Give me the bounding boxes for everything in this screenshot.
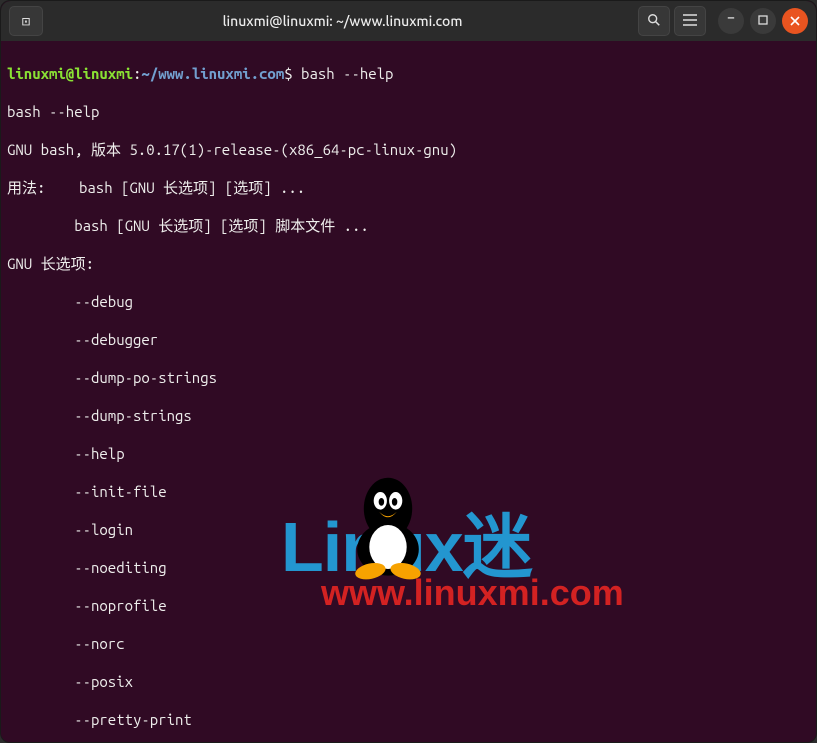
search-button[interactable] xyxy=(638,6,670,36)
terminal-output: --posix xyxy=(7,672,810,691)
terminal-output: 用法: bash [GNU 长选项] [选项] ... xyxy=(7,178,810,197)
terminal-output: --noediting xyxy=(7,558,810,577)
titlebar: ⊡ linuxmi@linuxmi: ~/www.linuxmi.com – xyxy=(1,1,816,41)
terminal-output: --dump-po-strings xyxy=(7,368,810,387)
new-tab-button[interactable]: ⊡ xyxy=(9,6,43,36)
menu-button[interactable] xyxy=(674,6,706,36)
tux-icon xyxy=(276,451,366,561)
terminal-output: --init-file xyxy=(7,482,810,501)
terminal-output: GNU bash, 版本 5.0.17(1)-release-(x86_64-p… xyxy=(7,140,810,159)
prompt-user: linuxmi@linuxmi xyxy=(7,65,133,82)
terminal-output: --login xyxy=(7,520,810,539)
window-title: linuxmi@linuxmi: ~/www.linuxmi.com xyxy=(47,13,638,29)
terminal-output: bash --help xyxy=(7,102,810,121)
terminal-output: --norc xyxy=(7,634,810,653)
hamburger-icon xyxy=(683,13,697,29)
prompt-path: ~/www.linuxmi.com xyxy=(141,65,284,82)
terminal-output: --noprofile xyxy=(7,596,810,615)
prompt-symbol: $ xyxy=(284,65,292,82)
terminal-output: --dump-strings xyxy=(7,406,810,425)
terminal-output: --debug xyxy=(7,292,810,311)
search-icon xyxy=(647,13,661,30)
terminal-output: GNU 长选项: xyxy=(7,254,810,273)
terminal-window: ⊡ linuxmi@linuxmi: ~/www.linuxmi.com – xyxy=(0,0,817,743)
new-tab-icon: ⊡ xyxy=(22,13,30,30)
minimize-button[interactable]: – xyxy=(718,8,744,34)
maximize-icon xyxy=(758,14,768,28)
terminal-output: --debugger xyxy=(7,330,810,349)
watermark-text: Linux迷 xyxy=(281,538,624,557)
close-button[interactable] xyxy=(782,8,808,34)
terminal-line: linuxmi@linuxmi:~/www.linuxmi.com$ bash … xyxy=(7,64,810,83)
terminal-output: --help xyxy=(7,444,810,463)
close-icon xyxy=(790,13,800,29)
terminal-output: --pretty-print xyxy=(7,710,810,729)
terminal-body[interactable]: linuxmi@linuxmi:~/www.linuxmi.com$ bash … xyxy=(1,41,816,742)
maximize-button[interactable] xyxy=(750,8,776,34)
command-text: bash --help xyxy=(301,65,393,82)
terminal-output: bash [GNU 长选项] [选项] 脚本文件 ... xyxy=(7,216,810,235)
